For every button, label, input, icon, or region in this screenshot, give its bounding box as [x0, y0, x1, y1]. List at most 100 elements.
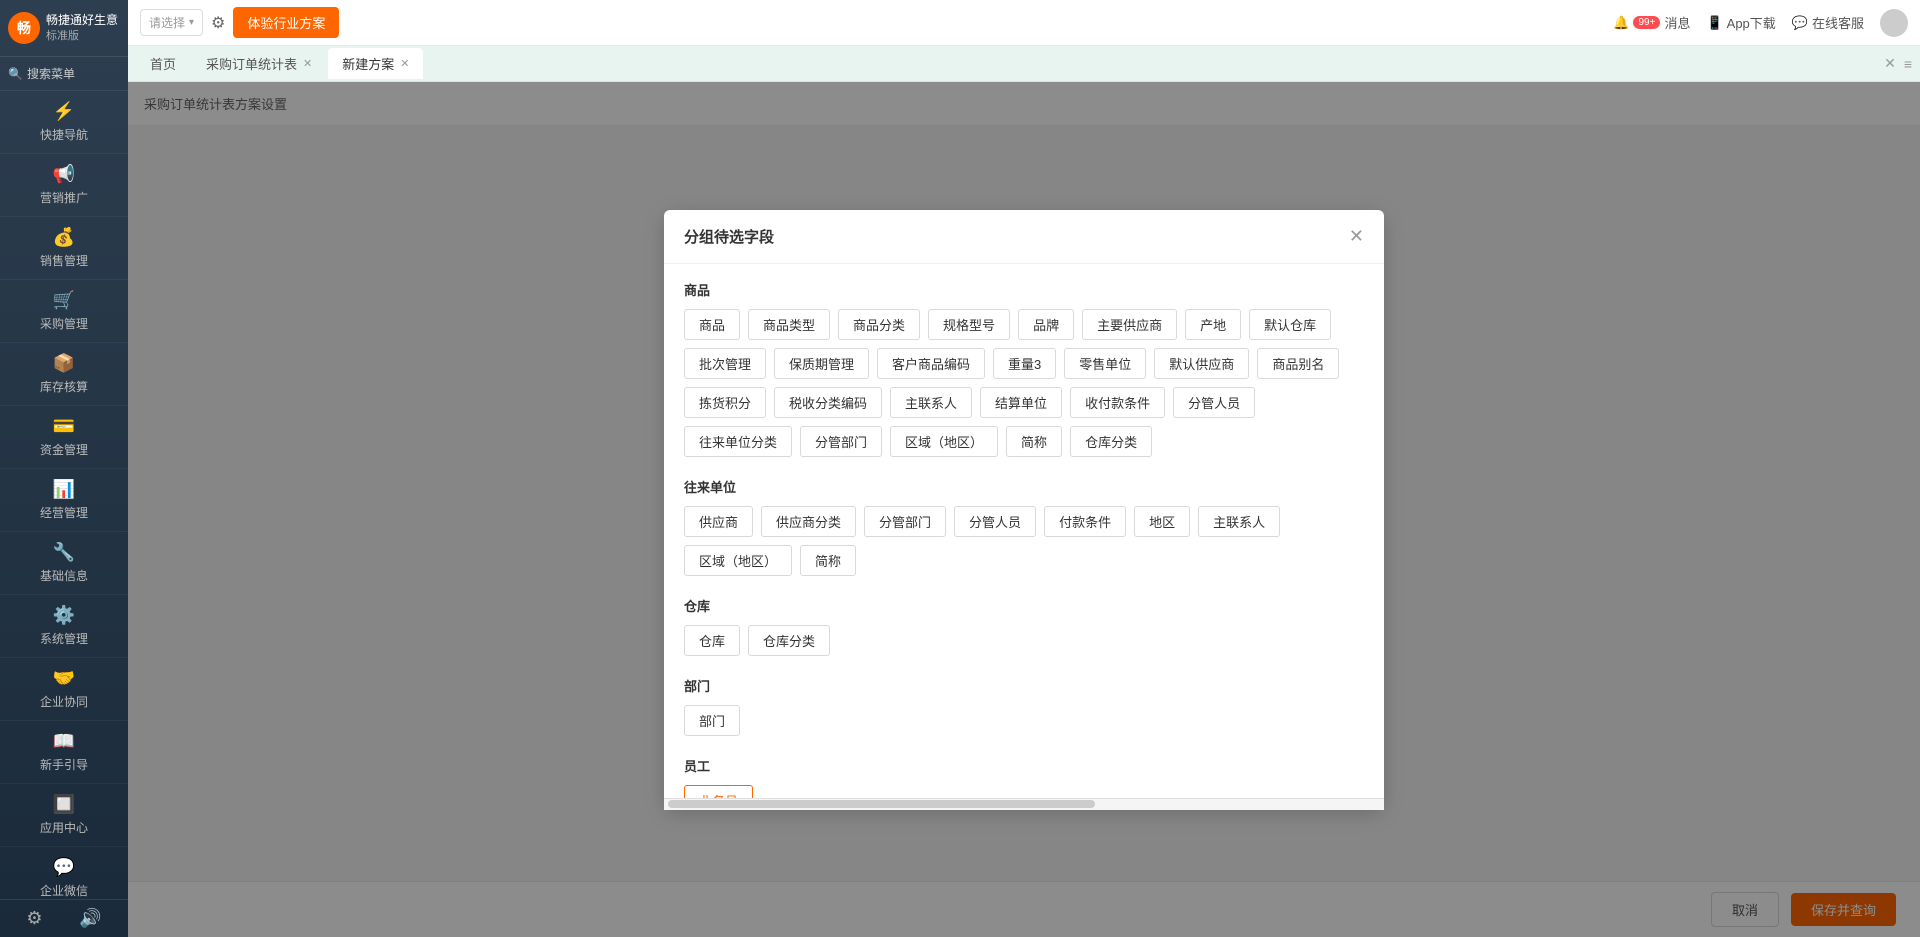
- field-tag[interactable]: 商品类型: [748, 309, 830, 340]
- sidebar-search[interactable]: 🔍 搜索菜单: [0, 57, 128, 91]
- sidebar-item-marketing[interactable]: 📢 营销推广: [0, 154, 128, 217]
- settings-bottom-icon[interactable]: ⚙: [26, 908, 42, 929]
- sidebar-item-operation[interactable]: 📊 经营管理: [0, 469, 128, 532]
- trial-button[interactable]: 体验行业方案: [233, 7, 339, 38]
- modal-close-button[interactable]: ✕: [1349, 226, 1364, 247]
- field-tag[interactable]: 仓库分类: [1070, 426, 1152, 457]
- field-tag[interactable]: 地区: [1134, 506, 1190, 537]
- sidebar-item-system[interactable]: ⚙️ 系统管理: [0, 595, 128, 658]
- field-tag[interactable]: 零售单位: [1064, 348, 1146, 379]
- topbar-gear-icon[interactable]: ⚙: [211, 13, 225, 33]
- app-download-item[interactable]: 📱 App下载: [1706, 13, 1775, 32]
- modal-overlay[interactable]: 分组待选字段 ✕ 商品商品商品类型商品分类规格型号品牌主要供应商产地默认仓库批次…: [128, 82, 1920, 937]
- field-tag[interactable]: 商品分类: [838, 309, 920, 340]
- sidebar-item-sales[interactable]: 💰 销售管理: [0, 217, 128, 280]
- field-tag[interactable]: 简称: [1006, 426, 1062, 457]
- field-tag[interactable]: 业务员: [684, 785, 753, 798]
- audio-icon[interactable]: 🔊: [79, 908, 101, 929]
- field-tag[interactable]: 区域（地区）: [890, 426, 998, 457]
- modal-header: 分组待选字段 ✕: [664, 210, 1384, 264]
- modal-title: 分组待选字段: [684, 226, 774, 247]
- field-tag[interactable]: 拣货积分: [684, 387, 766, 418]
- tab-home[interactable]: 首页: [136, 48, 190, 79]
- sidebar-item-basic[interactable]: 🔧 基础信息: [0, 532, 128, 595]
- sidebar-item-inventory[interactable]: 📦 库存核算: [0, 343, 128, 406]
- field-tag[interactable]: 重量3: [993, 348, 1056, 379]
- sidebar: 畅 畅捷通好生意 标准版 🔍 搜索菜单 ⚡ 快捷导航 📢 营销推广 💰 销售管理…: [0, 0, 128, 937]
- sidebar-item-wechat[interactable]: 💬 企业微信: [0, 847, 128, 899]
- field-tag[interactable]: 默认仓库: [1249, 309, 1331, 340]
- field-tag[interactable]: 简称: [800, 545, 856, 576]
- field-tag[interactable]: 供应商分类: [761, 506, 856, 537]
- topbar-company-select[interactable]: 请选择 ▾: [140, 9, 203, 36]
- guide-icon: 📖: [53, 731, 75, 752]
- field-tag[interactable]: 分管部门: [864, 506, 946, 537]
- field-tag[interactable]: 批次管理: [684, 348, 766, 379]
- tab-close-purchase[interactable]: ✕: [303, 57, 312, 70]
- field-tag[interactable]: 税收分类编码: [774, 387, 882, 418]
- field-tag[interactable]: 主联系人: [890, 387, 972, 418]
- field-tag[interactable]: 付款条件: [1044, 506, 1126, 537]
- field-tag[interactable]: 供应商: [684, 506, 753, 537]
- modal-body: 商品商品商品类型商品分类规格型号品牌主要供应商产地默认仓库批次管理保质期管理客户…: [664, 264, 1384, 798]
- field-tag[interactable]: 仓库: [684, 625, 740, 656]
- tab-new-plan[interactable]: 新建方案 ✕: [328, 48, 423, 79]
- sidebar-item-finance[interactable]: 💳 资金管理: [0, 406, 128, 469]
- apps-icon: 🔲: [53, 794, 75, 815]
- field-tag[interactable]: 分管部门: [800, 426, 882, 457]
- field-tag[interactable]: 主要供应商: [1082, 309, 1177, 340]
- tab-close-all-icon[interactable]: ✕: [1884, 55, 1896, 72]
- field-tag[interactable]: 往来单位分类: [684, 426, 792, 457]
- section-title-employee: 员工: [684, 756, 1364, 775]
- field-tag[interactable]: 商品: [684, 309, 740, 340]
- online-service-label: 在线客服: [1812, 13, 1864, 32]
- online-service-item[interactable]: 💬 在线客服: [1792, 13, 1864, 32]
- purchase-icon: 🛒: [53, 290, 75, 311]
- tab-menu-icon[interactable]: ≡: [1904, 56, 1912, 72]
- user-avatar[interactable]: [1880, 9, 1908, 37]
- section-title-goods: 商品: [684, 280, 1364, 299]
- section-department: 部门部门: [684, 676, 1364, 736]
- field-tag[interactable]: 品牌: [1018, 309, 1074, 340]
- field-grid-partner: 供应商供应商分类分管部门分管人员付款条件地区主联系人区域（地区） 简称: [684, 506, 1364, 576]
- wechat-icon: 💬: [53, 857, 75, 878]
- modal-horizontal-scrollbar[interactable]: [664, 798, 1384, 810]
- notification-item[interactable]: 🔔 99+ 消息: [1613, 13, 1690, 32]
- field-tag[interactable]: 仓库分类: [748, 625, 830, 656]
- field-tag[interactable]: 分管人员: [1173, 387, 1255, 418]
- section-title-warehouse: 仓库: [684, 596, 1364, 615]
- sidebar-item-apps[interactable]: 🔲 应用中心: [0, 784, 128, 847]
- field-tag[interactable]: 结算单位: [980, 387, 1062, 418]
- field-tag[interactable]: 保质期管理: [774, 348, 869, 379]
- field-tag[interactable]: 客户商品编码: [877, 348, 985, 379]
- sidebar-menu: ⚡ 快捷导航 📢 营销推广 💰 销售管理 🛒 采购管理 📦 库存核算 💳 资金管…: [0, 91, 128, 899]
- field-tag[interactable]: 商品别名: [1257, 348, 1339, 379]
- section-employee: 员工业务员: [684, 756, 1364, 798]
- sidebar-item-guide[interactable]: 📖 新手引导: [0, 721, 128, 784]
- inventory-icon: 📦: [53, 353, 75, 374]
- tab-purchase[interactable]: 采购订单统计表 ✕: [192, 48, 326, 79]
- field-tag[interactable]: 分管人员: [954, 506, 1036, 537]
- field-tag[interactable]: 默认供应商: [1154, 348, 1249, 379]
- field-tag[interactable]: 区域（地区）: [684, 545, 792, 576]
- field-tag[interactable]: 规格型号: [928, 309, 1010, 340]
- topbar-right: 🔔 99+ 消息 📱 App下载 💬 在线客服: [1613, 9, 1908, 37]
- quick-nav-icon: ⚡: [53, 101, 75, 122]
- operation-icon: 📊: [53, 479, 75, 500]
- field-tag[interactable]: 收付款条件: [1070, 387, 1165, 418]
- enterprise-icon: 🤝: [53, 668, 75, 689]
- field-tag[interactable]: 产地: [1185, 309, 1241, 340]
- field-tag[interactable]: 主联系人: [1198, 506, 1280, 537]
- service-icon: 💬: [1792, 15, 1808, 31]
- sidebar-item-enterprise[interactable]: 🤝 企业协同: [0, 658, 128, 721]
- field-tag[interactable]: 部门: [684, 705, 740, 736]
- section-title-partner: 往来单位: [684, 477, 1364, 496]
- sidebar-item-quick-nav[interactable]: ⚡ 快捷导航: [0, 91, 128, 154]
- section-partner: 往来单位供应商供应商分类分管部门分管人员付款条件地区主联系人区域（地区） 简称: [684, 477, 1364, 576]
- notification-icon: 🔔: [1613, 15, 1629, 31]
- notification-badge: 99+: [1633, 16, 1660, 29]
- finance-icon: 💳: [53, 416, 75, 437]
- tab-close-new-plan[interactable]: ✕: [400, 57, 409, 70]
- sidebar-item-purchase[interactable]: 🛒 采购管理: [0, 280, 128, 343]
- tabbar: 首页 采购订单统计表 ✕ 新建方案 ✕ ✕ ≡: [128, 46, 1920, 82]
